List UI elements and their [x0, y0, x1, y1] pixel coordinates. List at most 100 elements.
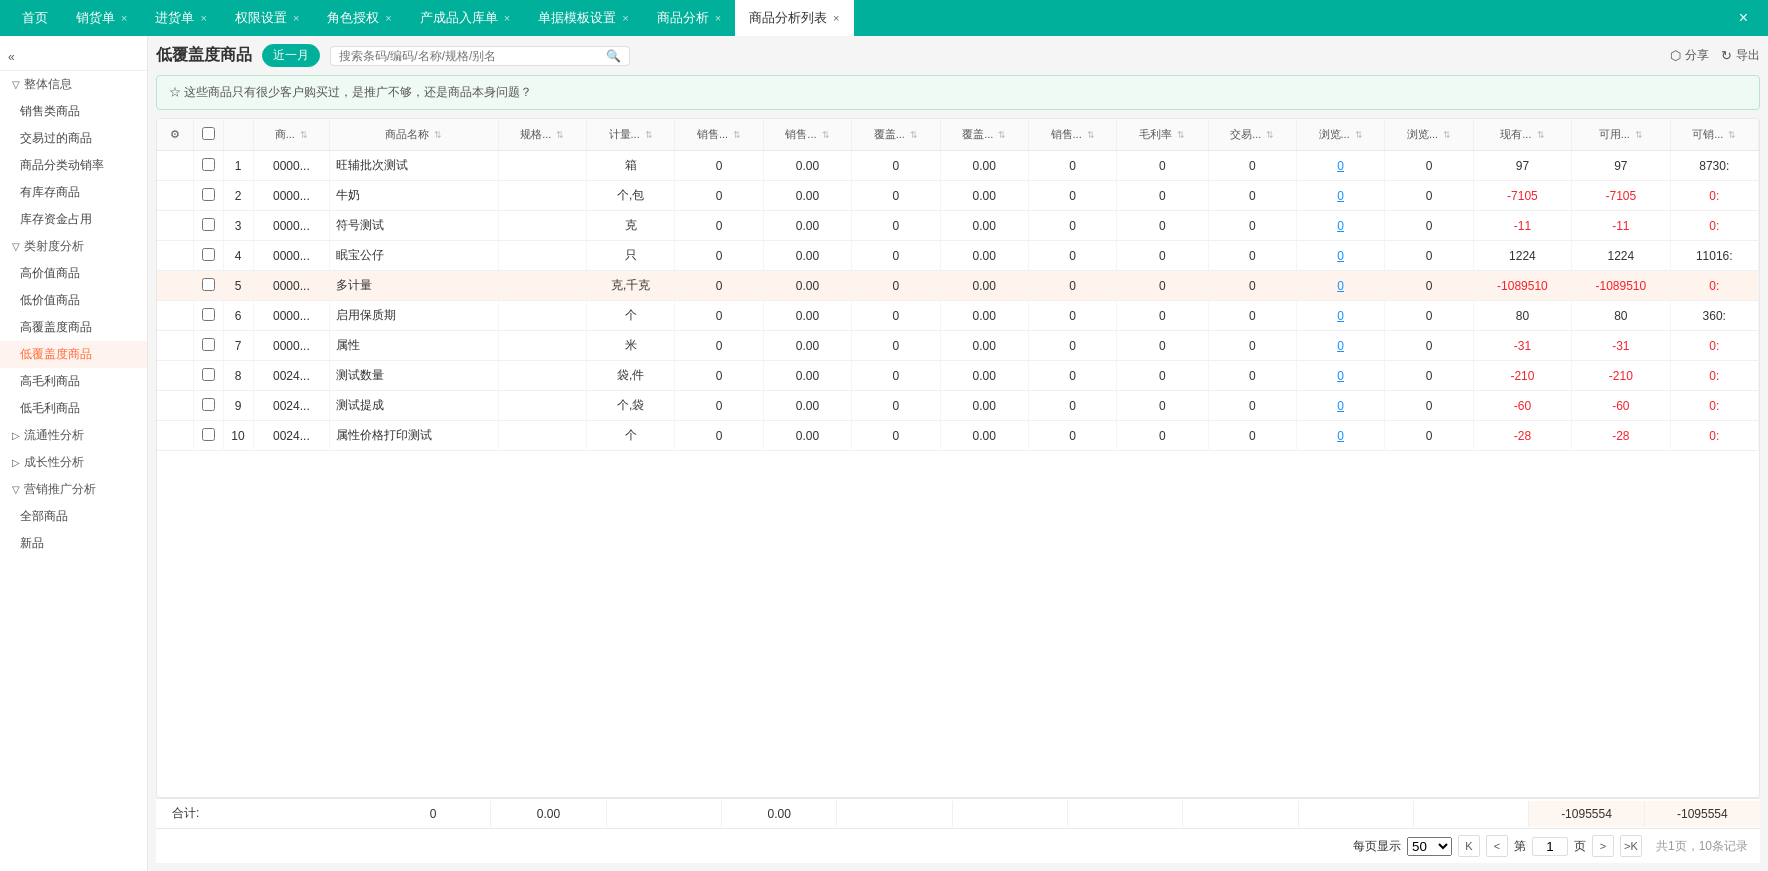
col-coverage-rate[interactable]: 覆盖... ⇅: [940, 119, 1028, 151]
nav-close-role[interactable]: ×: [385, 12, 391, 24]
col-unit[interactable]: 计量... ⇅: [586, 119, 674, 151]
row-select[interactable]: [202, 278, 215, 291]
row-coverage-rate: 0.00: [940, 421, 1028, 451]
row-browse-count[interactable]: 0: [1296, 331, 1384, 361]
row-browse-count[interactable]: 0: [1296, 151, 1384, 181]
row-checkbox[interactable]: [193, 211, 223, 241]
select-all-checkbox[interactable]: [202, 127, 215, 140]
nav-window-close[interactable]: ×: [1727, 9, 1760, 27]
sidebar-item-high-margin[interactable]: 高毛利商品: [0, 368, 147, 395]
row-select[interactable]: [202, 338, 215, 351]
nav-goods-analysis[interactable]: 商品分析 ×: [643, 0, 735, 36]
sidebar-item-stock-capital[interactable]: 库存资金占用: [0, 206, 147, 233]
col-current-stock[interactable]: 现有... ⇅: [1473, 119, 1571, 151]
nav-close-permission[interactable]: ×: [293, 12, 299, 24]
first-page-btn[interactable]: K: [1458, 835, 1480, 857]
total-empty7: [1414, 801, 1529, 827]
row-checkbox[interactable]: [193, 391, 223, 421]
col-sales-amount[interactable]: 销售... ⇅: [763, 119, 851, 151]
sidebar-item-low-coverage[interactable]: 低覆盖度商品: [0, 341, 147, 368]
row-checkbox[interactable]: [193, 301, 223, 331]
row-checkbox[interactable]: [193, 151, 223, 181]
sidebar-section-dimension[interactable]: ▽ 类射度分析: [0, 233, 147, 260]
row-select[interactable]: [202, 218, 215, 231]
sidebar-item-all-goods[interactable]: 全部商品: [0, 503, 147, 530]
time-filter-button[interactable]: 近一月: [262, 44, 320, 67]
row-checkbox[interactable]: [193, 331, 223, 361]
col-code[interactable]: 商... ⇅: [253, 119, 330, 151]
nav-close-sales[interactable]: ×: [121, 12, 127, 24]
sidebar-section-flow[interactable]: ▷ 流通性分析: [0, 422, 147, 449]
col-browse-count[interactable]: 浏览... ⇅: [1296, 119, 1384, 151]
nav-close-template[interactable]: ×: [622, 12, 628, 24]
row-browse-count[interactable]: 0: [1296, 241, 1384, 271]
row-browse-count[interactable]: 0: [1296, 211, 1384, 241]
row-select[interactable]: [202, 248, 215, 261]
row-checkbox[interactable]: [193, 361, 223, 391]
col-browse-rate[interactable]: 浏览... ⇅: [1385, 119, 1473, 151]
search-input[interactable]: [339, 49, 606, 63]
col-spec[interactable]: 规格... ⇅: [498, 119, 586, 151]
search-icon[interactable]: 🔍: [606, 49, 621, 63]
sidebar-item-sales-goods[interactable]: 销售类商品: [0, 98, 147, 125]
nav-home[interactable]: 首页: [8, 0, 62, 36]
col-sellable-stock[interactable]: 可销... ⇅: [1670, 119, 1758, 151]
row-select[interactable]: [202, 308, 215, 321]
sidebar-item-category-rate[interactable]: 商品分类动销率: [0, 152, 147, 179]
nav-close-goods-list[interactable]: ×: [833, 12, 839, 24]
sidebar-item-high-coverage[interactable]: 高覆盖度商品: [0, 314, 147, 341]
row-browse-count[interactable]: 0: [1296, 271, 1384, 301]
col-sales-count[interactable]: 销售... ⇅: [675, 119, 763, 151]
sidebar-section-growth[interactable]: ▷ 成长性分析: [0, 449, 147, 476]
sidebar-section-overall[interactable]: ▽ 整体信息: [0, 71, 147, 98]
row-checkbox[interactable]: [193, 241, 223, 271]
row-checkbox[interactable]: [193, 421, 223, 451]
col-sales-days[interactable]: 销售... ⇅: [1028, 119, 1116, 151]
row-select[interactable]: [202, 368, 215, 381]
row-browse-count[interactable]: 0: [1296, 301, 1384, 331]
col-name[interactable]: 商品名称 ⇅: [330, 119, 498, 151]
row-browse-count[interactable]: 0: [1296, 421, 1384, 451]
sidebar-item-high-value[interactable]: 高价值商品: [0, 260, 147, 287]
row-select[interactable]: [202, 428, 215, 441]
row-name: 旺辅批次测试: [330, 151, 498, 181]
row-browse-count[interactable]: 0: [1296, 181, 1384, 211]
nav-sales-order[interactable]: 销货单 ×: [62, 0, 141, 36]
row-browse-count[interactable]: 0: [1296, 361, 1384, 391]
col-coverage-count[interactable]: 覆盖... ⇅: [852, 119, 940, 151]
sidebar-section-marketing[interactable]: ▽ 营销推广分析: [0, 476, 147, 503]
row-select[interactable]: [202, 158, 215, 171]
prev-page-btn[interactable]: <: [1486, 835, 1508, 857]
row-select[interactable]: [202, 188, 215, 201]
row-sellable-stock: 11016:: [1670, 241, 1758, 271]
nav-close-purchase[interactable]: ×: [200, 12, 206, 24]
nav-permission[interactable]: 权限设置 ×: [221, 0, 313, 36]
last-page-btn[interactable]: >K: [1620, 835, 1642, 857]
current-page-input[interactable]: [1532, 837, 1568, 856]
row-select[interactable]: [202, 398, 215, 411]
sidebar-item-low-margin[interactable]: 低毛利商品: [0, 395, 147, 422]
share-button[interactable]: ⬡ 分享: [1670, 47, 1709, 64]
row-checkbox[interactable]: [193, 271, 223, 301]
sidebar-item-traded-goods[interactable]: 交易过的商品: [0, 125, 147, 152]
nav-finished-goods[interactable]: 产成品入库单 ×: [406, 0, 524, 36]
nav-purchase-order[interactable]: 进货单 ×: [141, 0, 220, 36]
sidebar-item-new-goods[interactable]: 新品: [0, 530, 147, 557]
export-button[interactable]: ↻ 导出: [1721, 47, 1760, 64]
row-browse-count[interactable]: 0: [1296, 391, 1384, 421]
nav-template-settings[interactable]: 单据模板设置 ×: [524, 0, 642, 36]
sidebar-item-low-value[interactable]: 低价值商品: [0, 287, 147, 314]
nav-close-goods-analysis[interactable]: ×: [715, 12, 721, 24]
nav-close-finished[interactable]: ×: [504, 12, 510, 24]
row-checkbox[interactable]: [193, 181, 223, 211]
nav-goods-analysis-list[interactable]: 商品分析列表 ×: [735, 0, 853, 36]
sidebar-item-in-stock[interactable]: 有库存商品: [0, 179, 147, 206]
page-size-select[interactable]: 50 20 100 200: [1407, 837, 1452, 856]
col-available-stock[interactable]: 可用... ⇅: [1572, 119, 1670, 151]
row-name: 符号测试: [330, 211, 498, 241]
col-transactions[interactable]: 交易... ⇅: [1208, 119, 1296, 151]
next-page-btn[interactable]: >: [1592, 835, 1614, 857]
nav-role-auth[interactable]: 角色授权 ×: [313, 0, 405, 36]
col-settings[interactable]: ⚙: [157, 119, 193, 151]
col-gross-margin[interactable]: 毛利率 ⇅: [1117, 119, 1208, 151]
